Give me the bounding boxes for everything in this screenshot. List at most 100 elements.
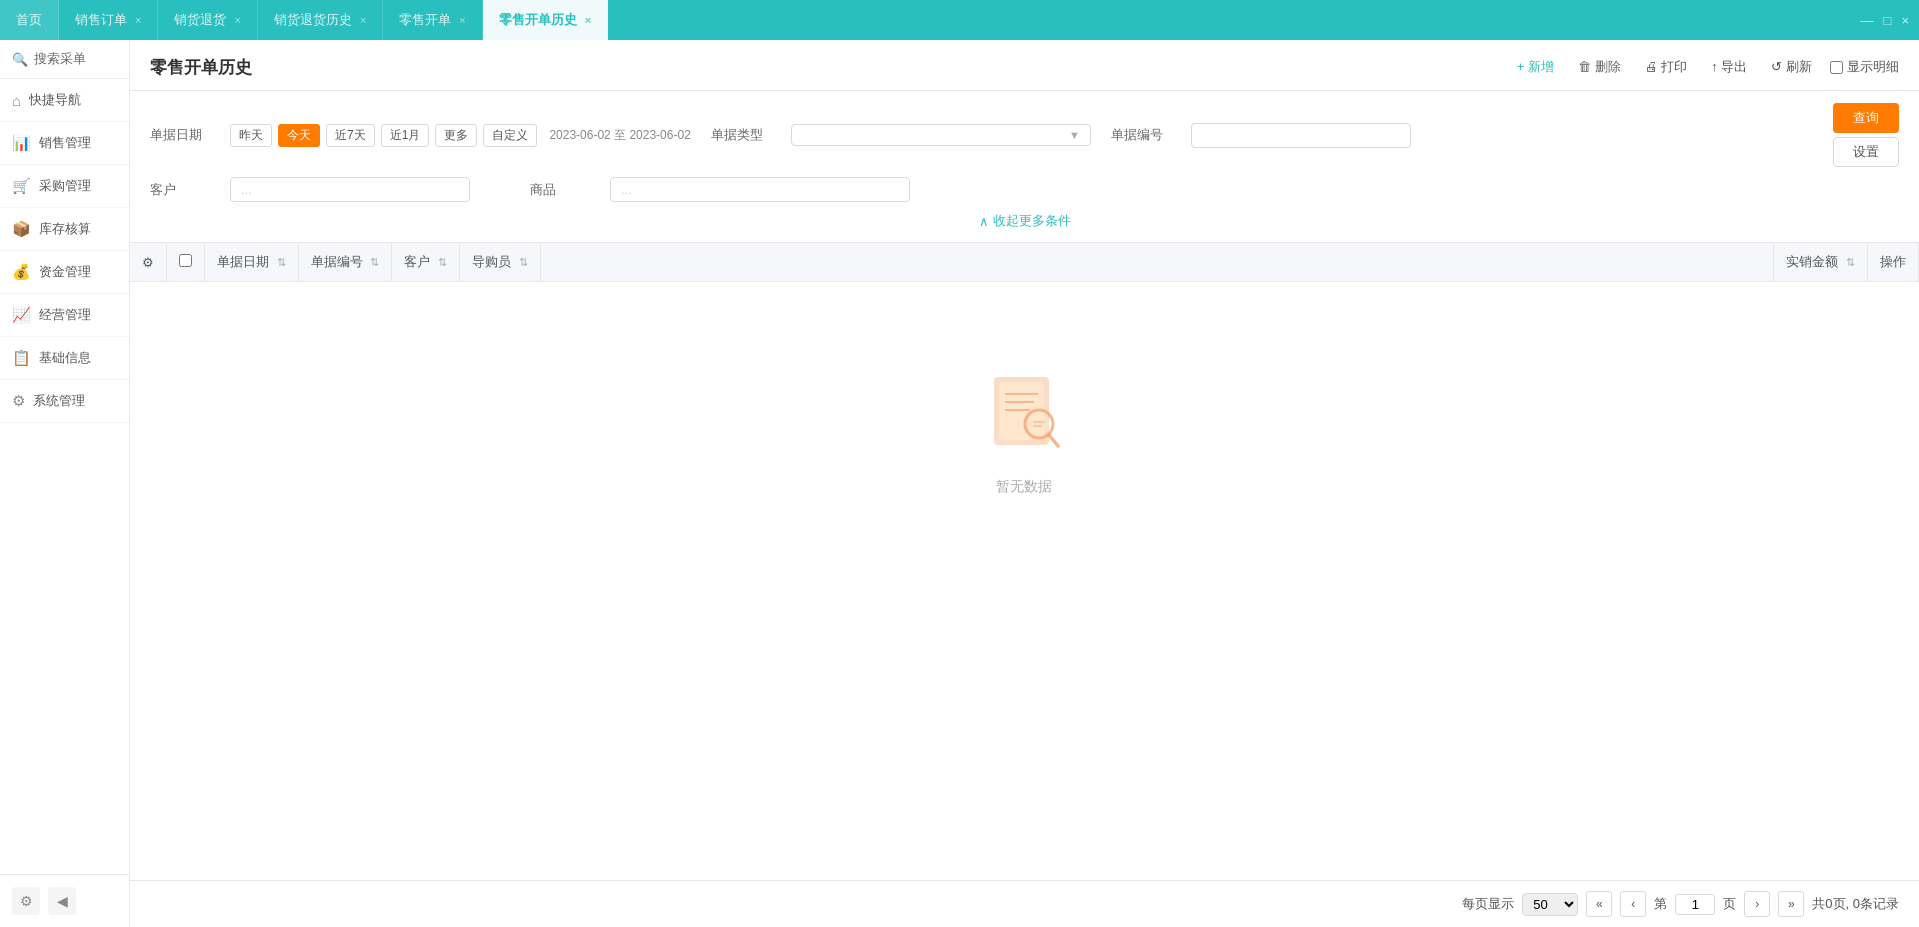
- sidebar-settings-btn[interactable]: ⚙: [12, 887, 40, 915]
- search-icon: 🔍: [12, 52, 28, 67]
- window-min-btn[interactable]: —: [1861, 13, 1874, 28]
- print-button[interactable]: 🖨 打印: [1639, 54, 1694, 80]
- sidebar-item-operations[interactable]: 📈 经营管理: [0, 294, 129, 337]
- svg-point-6: [1029, 414, 1049, 434]
- sidebar-item-sys-mgmt[interactable]: ⚙ 系统管理: [0, 380, 129, 423]
- col-customer[interactable]: 客户 ⇅: [392, 243, 460, 282]
- col-amount[interactable]: 实销金额 ⇅: [1774, 243, 1868, 282]
- next-page-btn[interactable]: ›: [1744, 891, 1770, 917]
- tab-sales-order[interactable]: 销售订单 ×: [59, 0, 158, 40]
- close-tab-sales-order[interactable]: ×: [135, 14, 141, 26]
- sidebar-item-sales-mgmt[interactable]: 📊 销售管理: [0, 122, 129, 165]
- close-tab-retail-open-history[interactable]: ×: [585, 14, 591, 26]
- date-btn-today[interactable]: 今天: [278, 124, 320, 147]
- close-tab-sales-return[interactable]: ×: [234, 14, 240, 26]
- first-page-btn[interactable]: «: [1586, 891, 1612, 917]
- doc-number-input[interactable]: [1191, 123, 1411, 148]
- refresh-button[interactable]: ↺ 刷新: [1765, 54, 1818, 80]
- money-icon: 💰: [12, 263, 31, 281]
- date-btn-yesterday[interactable]: 昨天: [230, 124, 272, 147]
- sidebar-item-quick-nav[interactable]: ⌂ 快捷导航: [0, 79, 129, 122]
- col-spacer: [540, 243, 1774, 282]
- cart-icon: 🛒: [12, 177, 31, 195]
- main-layout: 🔍 搜索采单 ⌂ 快捷导航 📊 销售管理 🛒 采购管理 📦 库存核算 💰 资金管…: [0, 40, 1919, 927]
- toolbar: + 新增 🗑 删除 🖨 打印 ↑ 导出 ↺ 刷新 显示明细: [1511, 54, 1899, 80]
- pagination-bar: 每页显示 50 10 20 100 « ‹ 第 页 › » 共0页, 0条记录: [130, 880, 1919, 927]
- tab-retail-open-history[interactable]: 零售开单历史 ×: [483, 0, 608, 40]
- box-icon: 📦: [12, 220, 31, 238]
- operations-icon: 📈: [12, 306, 31, 324]
- settings-icon[interactable]: ⚙: [142, 255, 154, 270]
- prev-page-btn[interactable]: ‹: [1620, 891, 1646, 917]
- delete-button[interactable]: 🗑 删除: [1572, 54, 1627, 80]
- date-btn-last7[interactable]: 近7天: [326, 124, 375, 147]
- col-date[interactable]: 单据日期 ⇅: [205, 243, 299, 282]
- date-btn-custom[interactable]: 自定义: [483, 124, 537, 147]
- filter-row-1: 单据日期 昨天 今天 近7天 近1月 更多 自定义 2023-06-02 至 2…: [150, 103, 1899, 167]
- select-all-checkbox[interactable]: [179, 254, 192, 267]
- tab-retail-open[interactable]: 零售开单 ×: [383, 0, 482, 40]
- query-button[interactable]: 查询: [1833, 103, 1899, 133]
- date-btn-more[interactable]: 更多: [435, 124, 477, 147]
- customer-input[interactable]: ...: [230, 177, 470, 202]
- close-tab-retail-open[interactable]: ×: [459, 14, 465, 26]
- empty-text: 暂无数据: [996, 478, 1052, 496]
- tab-sales-return-history[interactable]: 销货退货历史 ×: [258, 0, 383, 40]
- content-area: 零售开单历史 + 新增 🗑 删除 🖨 打印 ↑ 导出 ↺ 刷新 显示明细 单据日…: [130, 40, 1919, 927]
- action-buttons: 查询 设置: [1833, 103, 1899, 167]
- page-number-input[interactable]: [1675, 894, 1715, 915]
- window-controls: — □ ×: [1861, 0, 1919, 40]
- sidebar: 🔍 搜索采单 ⌂ 快捷导航 📊 销售管理 🛒 采购管理 📦 库存核算 💰 资金管…: [0, 40, 130, 927]
- settings-button[interactable]: 设置: [1833, 137, 1899, 167]
- customer-label: 客户: [150, 181, 210, 199]
- customer-placeholder: ...: [241, 182, 252, 197]
- chevron-down-icon: ▼: [1069, 129, 1080, 141]
- date-filter-buttons: 昨天 今天 近7天 近1月 更多 自定义 2023-06-02 至 2023-0…: [230, 124, 691, 147]
- sort-customer-icon: ⇅: [438, 256, 447, 268]
- table-area: ⚙ 单据日期 ⇅ 单据编号 ⇅: [130, 243, 1919, 880]
- last-page-btn[interactable]: »: [1778, 891, 1804, 917]
- gear-icon: ⚙: [20, 893, 33, 909]
- col-check[interactable]: [167, 243, 205, 282]
- show-detail-checkbox-label[interactable]: 显示明细: [1830, 58, 1899, 76]
- doc-type-select[interactable]: ▼: [791, 124, 1091, 146]
- sys-icon: ⚙: [12, 392, 25, 410]
- window-close-btn[interactable]: ×: [1901, 13, 1909, 28]
- sort-amount-icon: ⇅: [1846, 256, 1855, 268]
- page-size-select[interactable]: 50 10 20 100: [1522, 893, 1578, 916]
- collapse-icon: ∧: [979, 214, 989, 229]
- col-number[interactable]: 单据编号 ⇅: [298, 243, 392, 282]
- sort-number-icon: ⇅: [370, 256, 379, 268]
- empty-illustration: [974, 362, 1074, 462]
- total-text: 共0页, 0条记录: [1812, 895, 1899, 913]
- page-title: 零售开单历史: [150, 56, 252, 79]
- svg-line-7: [1049, 435, 1058, 446]
- goods-placeholder: ...: [621, 182, 632, 197]
- filter-area: 单据日期 昨天 今天 近7天 近1月 更多 自定义 2023-06-02 至 2…: [130, 91, 1919, 243]
- goods-input[interactable]: ...: [610, 177, 910, 202]
- tab-home[interactable]: 首页: [0, 0, 59, 40]
- tab-sales-return[interactable]: 销货退货 ×: [158, 0, 257, 40]
- collapse-more-btn[interactable]: ∧ 收起更多条件: [150, 212, 1899, 230]
- sidebar-item-base-info[interactable]: 📋 基础信息: [0, 337, 129, 380]
- data-table: ⚙ 单据日期 ⇅ 单据编号 ⇅: [130, 243, 1919, 576]
- sidebar-search[interactable]: 🔍 搜索采单: [0, 40, 129, 79]
- window-max-btn[interactable]: □: [1884, 13, 1892, 28]
- close-tab-sales-return-history[interactable]: ×: [360, 14, 366, 26]
- export-button[interactable]: ↑ 导出: [1705, 54, 1753, 80]
- doc-number-label: 单据编号: [1111, 126, 1171, 144]
- show-detail-checkbox[interactable]: [1830, 61, 1843, 74]
- add-button[interactable]: + 新增: [1511, 54, 1560, 80]
- sidebar-collapse-btn[interactable]: ◀: [48, 887, 76, 915]
- goods-label: 商品: [530, 181, 590, 199]
- col-settings[interactable]: ⚙: [130, 243, 167, 282]
- chart-icon: 📊: [12, 134, 31, 152]
- collapse-icon: ◀: [57, 893, 68, 909]
- sidebar-item-purchase-mgmt[interactable]: 🛒 采购管理: [0, 165, 129, 208]
- sort-guide-icon: ⇅: [519, 256, 528, 268]
- col-guide[interactable]: 导购员 ⇅: [459, 243, 540, 282]
- date-btn-last1m[interactable]: 近1月: [381, 124, 430, 147]
- home-icon: ⌂: [12, 92, 21, 109]
- sidebar-item-finance[interactable]: 💰 资金管理: [0, 251, 129, 294]
- sidebar-item-inventory[interactable]: 📦 库存核算: [0, 208, 129, 251]
